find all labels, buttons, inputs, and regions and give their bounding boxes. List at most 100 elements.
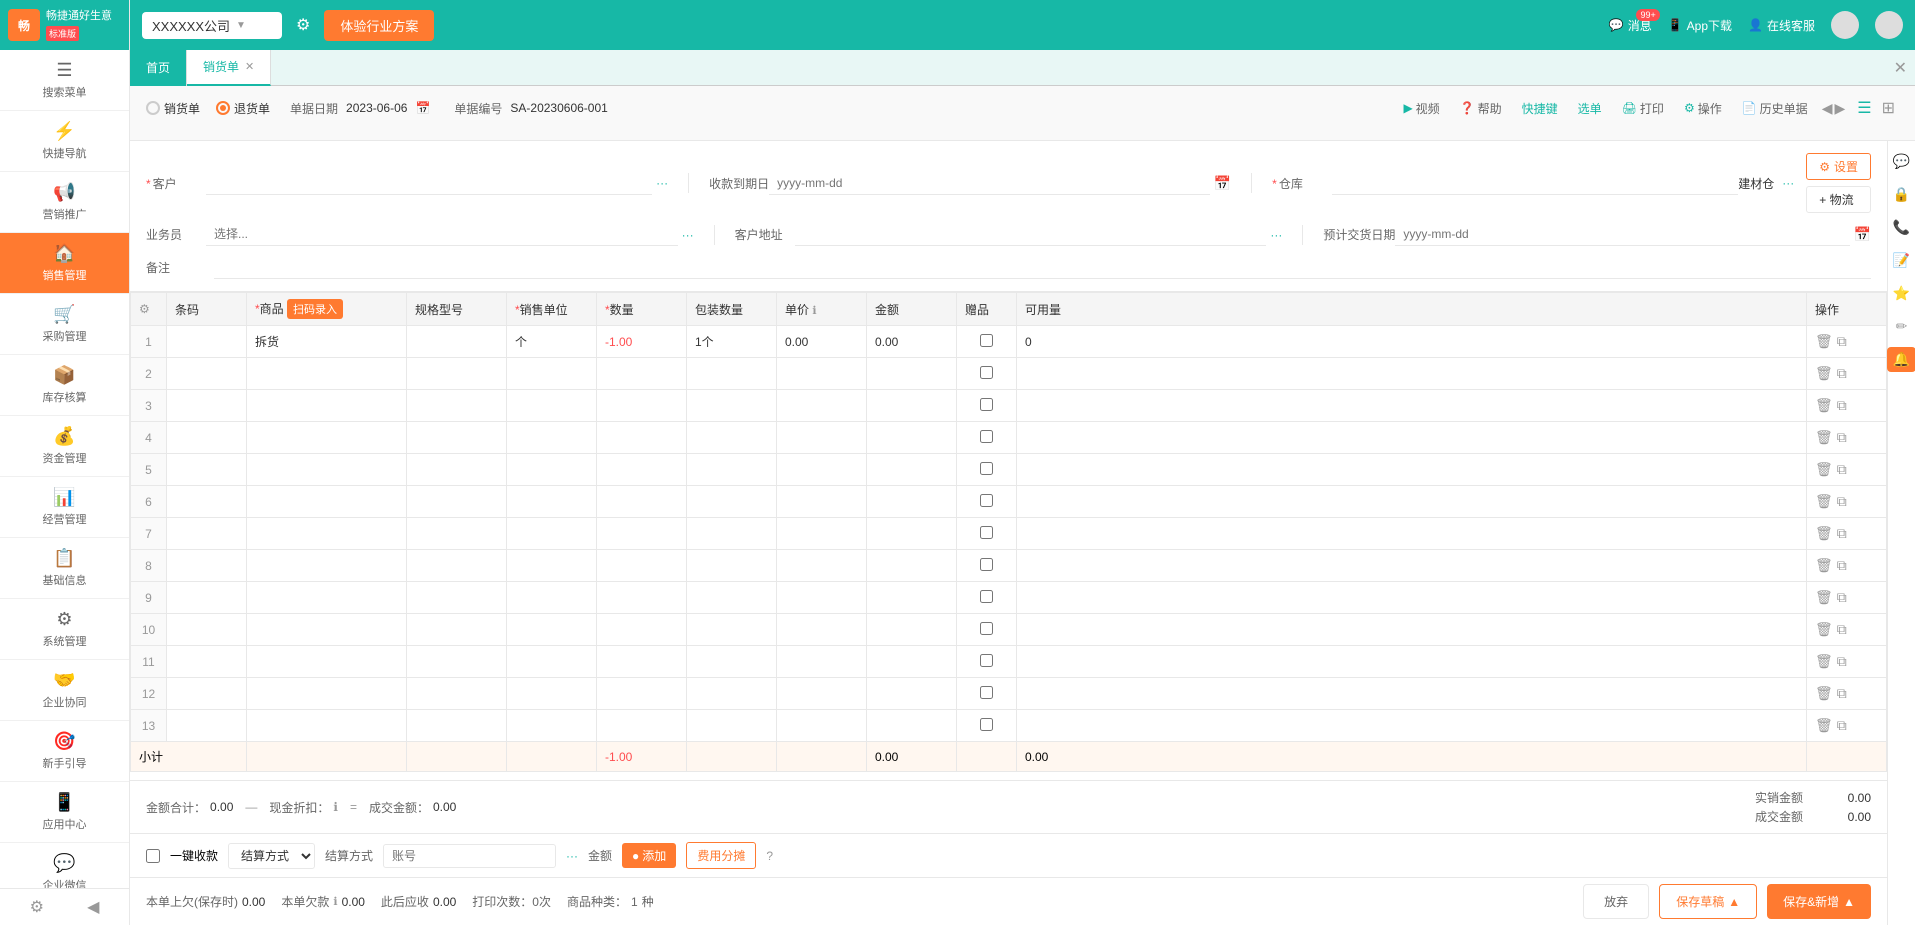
sidebar-item-apps[interactable]: 📱 应用中心 [0,782,129,843]
sidebar-item-basic[interactable]: 📋 基础信息 [0,538,129,599]
warehouse-dots-icon[interactable]: ··· [1782,176,1794,190]
list-view-icon[interactable]: ☰ [1853,96,1875,120]
prev-arrow-icon[interactable]: ◀ [1822,100,1833,117]
row-unit-price[interactable] [777,390,867,422]
row-delete-icon[interactable]: 🗑 [1815,493,1833,510]
row-barcode[interactable] [167,422,247,454]
unit-price-info-icon[interactable]: ℹ [812,305,816,317]
sidebar-item-inventory[interactable]: 📦 库存核算 [0,355,129,416]
row-gift[interactable] [957,518,1017,550]
table-container[interactable]: ⚙ 条码 *商品 扫码录入 规格型号 *销售单位 *数量 [130,292,1887,780]
row-unit-price[interactable] [777,454,867,486]
row-delete-icon[interactable]: 🗑 [1815,461,1833,478]
select-order-btn[interactable]: 选单 [1572,97,1608,120]
shortcut-btn[interactable]: 快捷键 [1516,97,1564,120]
add-payment-button[interactable]: ● 添加 [622,843,676,868]
row-delete-icon[interactable]: 🗑 [1815,685,1833,702]
row-qty[interactable] [597,358,687,390]
row-gift[interactable] [957,358,1017,390]
tab-home[interactable]: 首页 [130,50,187,86]
row-copy-icon[interactable]: ⧉ [1837,429,1847,446]
row-unit-price[interactable] [777,486,867,518]
customer-input[interactable] [206,172,652,195]
row-copy-icon[interactable]: ⧉ [1837,461,1847,478]
message-action[interactable]: 💬 消息 99+ [1609,17,1652,34]
sidebar-item-sales[interactable]: 🏠 销售管理 [0,233,129,294]
row-copy-icon[interactable]: ⧉ [1837,397,1847,414]
discount-info-icon[interactable]: ℹ [333,800,338,814]
expected-date-input[interactable] [1395,223,1849,246]
right-lock-icon[interactable]: 🔒 [1889,182,1914,207]
user-avatar[interactable] [1831,11,1859,39]
row-spec[interactable] [407,422,507,454]
row-qty[interactable] [597,486,687,518]
sidebar-item-quick-nav[interactable]: ⚡ 快捷导航 [0,111,129,172]
row-qty[interactable] [597,710,687,742]
grid-view-icon[interactable]: ⊞ [1878,96,1899,120]
history-btn[interactable]: 📄 历史单据 [1736,97,1814,120]
online-service-action[interactable]: 👤 在线客服 [1748,17,1815,34]
customer-dots-icon[interactable]: ··· [656,176,668,190]
salesperson-input[interactable] [206,223,678,246]
row-spec[interactable] [407,678,507,710]
row-gift[interactable] [957,678,1017,710]
row-barcode[interactable] [167,550,247,582]
row-barcode[interactable] [167,518,247,550]
row-delete-icon[interactable]: 🗑 [1815,653,1833,670]
row-copy-icon[interactable]: ⧉ [1837,653,1847,670]
row-barcode[interactable] [167,678,247,710]
row-gift[interactable] [957,422,1017,454]
row-barcode[interactable] [167,486,247,518]
collapse-icon[interactable]: ◀ [87,897,99,917]
customer-addr-input[interactable] [795,223,1267,246]
sidebar-item-guide[interactable]: 🎯 新手引导 [0,721,129,782]
right-edit-icon[interactable]: ✏ [1892,314,1912,339]
row-copy-icon[interactable]: ⧉ [1837,557,1847,574]
row-delete-icon[interactable]: 🗑 [1815,365,1833,382]
scan-button[interactable]: 扫码录入 [287,299,343,319]
remarks-input[interactable] [214,256,1871,279]
row-spec[interactable] [407,326,507,358]
row-gift[interactable] [957,486,1017,518]
expense-split-button[interactable]: 费用分摊 [686,842,756,869]
row-unit-price[interactable] [777,646,867,678]
row-delete-icon[interactable]: 🗑 [1815,333,1833,350]
row-gift[interactable] [957,390,1017,422]
row-gift[interactable] [957,582,1017,614]
one-click-checkbox[interactable] [146,849,160,863]
sidebar-item-operations[interactable]: 📊 经营管理 [0,477,129,538]
row-qty[interactable] [597,646,687,678]
row-delete-icon[interactable]: 🗑 [1815,621,1833,638]
row-unit-price[interactable] [777,518,867,550]
row-unit-price[interactable] [777,582,867,614]
save-new-button[interactable]: 保存&新增 ▲ [1767,884,1871,919]
account-input[interactable] [383,844,556,868]
row-barcode[interactable] [167,390,247,422]
sidebar-item-wechat[interactable]: 💬 企业微信 [0,843,129,888]
app-download-action[interactable]: 📱 App下载 [1668,17,1732,34]
row-qty[interactable] [597,678,687,710]
sidebar-item-search[interactable]: ☰ 搜索菜单 [0,50,129,111]
date-calendar-icon[interactable]: 📅 [415,101,430,115]
sidebar-item-enterprise[interactable]: 🤝 企业协同 [0,660,129,721]
row-unit-price[interactable]: 0.00 [777,326,867,358]
row-qty[interactable] [597,582,687,614]
row-delete-icon[interactable]: 🗑 [1815,525,1833,542]
close-window-icon[interactable]: ✕ [1894,60,1907,77]
salesperson-dots-icon[interactable]: ··· [682,228,694,242]
row-unit-price[interactable] [777,678,867,710]
row-gift[interactable] [957,454,1017,486]
row-delete-icon[interactable]: 🗑 [1815,589,1833,606]
row-spec[interactable] [407,390,507,422]
row-gift[interactable] [957,614,1017,646]
help-btn[interactable]: ❓ 帮助 [1454,97,1508,120]
row-spec[interactable] [407,614,507,646]
row-qty[interactable]: -1.00 [597,326,687,358]
row-barcode[interactable] [167,582,247,614]
row-barcode[interactable] [167,614,247,646]
next-arrow-icon[interactable]: ▶ [1834,100,1845,117]
right-star-icon[interactable]: ⭐ [1889,281,1914,306]
payment-help-icon[interactable]: ? [766,849,773,863]
settings-bottom-icon[interactable]: ⚙ [30,897,44,917]
row-delete-icon[interactable]: 🗑 [1815,429,1833,446]
